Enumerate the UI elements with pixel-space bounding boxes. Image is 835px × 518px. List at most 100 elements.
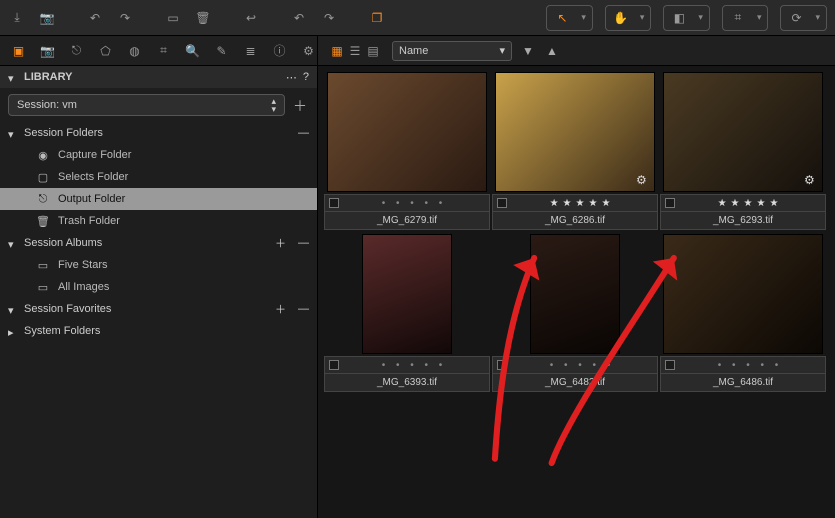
thumbnail-image[interactable] (327, 72, 487, 192)
topbar-tool-group: ⌗▾ (722, 5, 769, 31)
link-icon[interactable]: ⎋ (68, 42, 85, 60)
tree-item[interactable]: ▢Selects Folder (0, 166, 317, 188)
white-balance-icon[interactable]: ◧ (670, 9, 688, 27)
brush-icon[interactable]: ✎ (213, 42, 230, 60)
tool-tabs-bar: ▣ 📷 ⎋ ⬠ ◍ ⌗ 🔍 ✎ ≣ ⓘ ⚙ ▦☰▤ Name ▾ ▼ ▲ (0, 36, 835, 66)
adjust-icon[interactable]: ◍ (126, 42, 143, 60)
sort-dropdown[interactable]: Name ▾ (392, 41, 512, 61)
tree-section-header[interactable]: ▾Session Favorites＋ — (0, 298, 317, 320)
tree-item-label: Capture Folder (58, 149, 131, 161)
chevron-down-icon: ▾ (8, 238, 18, 248)
clock-icon[interactable]: ⟳ (787, 9, 805, 27)
thumbnail-image[interactable]: ⚙ (663, 72, 823, 192)
undo-icon[interactable]: ↶ (290, 9, 308, 27)
library-icon[interactable]: ▣ (10, 42, 27, 60)
gear-icon[interactable]: ⚙ (300, 42, 317, 60)
crop-icon[interactable]: ⌗ (729, 9, 747, 27)
thumbnail-cell[interactable]: • • • • • _MG_6482.tif (492, 232, 658, 392)
tree-section-header[interactable]: ▸System Folders (0, 320, 317, 342)
rating-stars[interactable]: • • • • • (343, 360, 485, 371)
rating-stars[interactable]: ★★★★★ (511, 198, 653, 209)
camera-icon[interactable]: 📷 (38, 9, 56, 27)
thumbnail-cell[interactable]: ⚙★★★★★_MG_6293.tif (660, 70, 826, 230)
remove-button[interactable]: — (298, 303, 309, 315)
windows-icon[interactable]: ❐ (368, 9, 386, 27)
thumbnail-cell[interactable]: • • • • •_MG_6279.tif (324, 70, 490, 230)
rating-stars[interactable]: • • • • • (343, 198, 485, 209)
sort-up-icon[interactable]: ▲ (546, 44, 560, 58)
rating-stars[interactable]: • • • • • (679, 360, 821, 371)
select-checkbox[interactable] (665, 360, 675, 370)
remove-button[interactable]: — (298, 237, 309, 249)
loupe-icon[interactable]: 🔍 (184, 42, 201, 60)
rotate-right-icon[interactable]: ↷ (116, 9, 134, 27)
tree-section-label: Session Folders (24, 127, 103, 139)
rating-stars[interactable]: ★★★★★ (679, 198, 821, 209)
select-checkbox[interactable] (665, 198, 675, 208)
tree-item[interactable]: ◉Capture Folder (0, 144, 317, 166)
thumbnail-filename: _MG_6482.tif (492, 374, 658, 392)
select-checkbox[interactable] (497, 360, 507, 370)
topbar-tool-group: ⟳▾ (780, 5, 827, 31)
tree-item[interactable]: ▭Five Stars (0, 254, 317, 276)
select-checkbox[interactable] (329, 360, 339, 370)
album-icon: ▭ (36, 280, 50, 294)
chevron-updown-icon: ▴▾ (271, 97, 276, 113)
undo-small-icon[interactable]: ↩ (242, 9, 260, 27)
cursor-icon[interactable]: ↖ (553, 9, 571, 27)
chevron-down-icon[interactable]: ▾ (757, 12, 762, 23)
capture-icon[interactable]: 📷 (39, 42, 56, 60)
thumbnail-cell[interactable]: • • • • • _MG_6486.tif (660, 232, 826, 392)
tree-section-header[interactable]: ▾Session Folders— (0, 122, 317, 144)
thumbnail-filename: _MG_6486.tif (660, 374, 826, 392)
session-dropdown[interactable]: Session: vm ▴▾ (8, 94, 285, 116)
add-button[interactable]: ＋ (275, 301, 286, 317)
ellipsis-icon[interactable]: ⋯ (286, 71, 297, 84)
import-icon[interactable]: ⤓ (8, 9, 26, 27)
chevron-down-icon[interactable]: ▾ (698, 12, 703, 23)
thumbnail-cell[interactable]: ⚙★★★★★_MG_6286.tif (492, 70, 658, 230)
polygon-icon[interactable]: ⬠ (97, 42, 114, 60)
app-topbar: ⤓📷↶↷▭🗑↩↶↷❐ ↖▾✋▾◧▾⌗▾⟳▾ (0, 0, 835, 36)
add-session-button[interactable]: ＋ (291, 96, 309, 114)
thumbnail-image[interactable] (663, 234, 823, 354)
tree-item[interactable]: 🗑Trash Folder (0, 210, 317, 232)
session-row: Session: vm ▴▾ ＋ (0, 88, 317, 122)
help-icon[interactable]: ? (303, 71, 309, 83)
thumbnail-image[interactable]: ⚙ (495, 72, 655, 192)
tree-item[interactable]: ▭ All Images (0, 276, 317, 298)
library-header[interactable]: ▾ LIBRARY ⋯ ? (0, 66, 317, 88)
select-checkbox[interactable] (497, 198, 507, 208)
add-button[interactable]: ＋ (275, 235, 286, 251)
thumbnail-cell[interactable]: • • • • • _MG_6393.tif (324, 232, 490, 392)
list-view-icon[interactable]: ☰ (346, 42, 364, 60)
info-icon[interactable]: ⓘ (271, 42, 288, 60)
tree-item-label: All Images (58, 281, 109, 293)
tree-item-label: Trash Folder (58, 215, 120, 227)
grid-view-icon[interactable]: ▦ (328, 42, 346, 60)
list-icon[interactable]: ≣ (242, 42, 259, 60)
rating-stars[interactable]: • • • • • (511, 360, 653, 371)
filmstrip-icon[interactable]: ▤ (364, 42, 382, 60)
rotate-left-icon[interactable]: ↶ (86, 9, 104, 27)
topbar-tool-group: ◧▾ (663, 5, 710, 31)
select-checkbox[interactable] (329, 198, 339, 208)
tree-item[interactable]: ⎋Output Folder (0, 188, 317, 210)
chevron-down-icon[interactable]: ▾ (815, 12, 820, 23)
thumbnail-filename: _MG_6393.tif (324, 374, 490, 392)
sort-down-icon[interactable]: ▼ (522, 44, 536, 58)
redo-icon[interactable]: ↷ (320, 9, 338, 27)
move-icon[interactable]: ▭ (164, 9, 182, 27)
chevron-right-icon: ▸ (8, 326, 18, 336)
hand-icon[interactable]: ✋ (612, 9, 630, 27)
chevron-down-icon[interactable]: ▾ (640, 12, 645, 23)
crop2-icon[interactable]: ⌗ (155, 42, 172, 60)
chevron-down-icon[interactable]: ▾ (581, 12, 586, 23)
topbar-tool-group: ✋▾ (605, 5, 652, 31)
tree-section-label: Session Albums (24, 237, 102, 249)
trash-icon[interactable]: 🗑 (194, 9, 212, 27)
collapse-button[interactable]: — (298, 127, 309, 139)
thumbnail-image[interactable] (362, 234, 452, 354)
tree-section-header[interactable]: ▾ Session Albums ＋ — (0, 232, 317, 254)
thumbnail-image[interactable] (530, 234, 620, 354)
